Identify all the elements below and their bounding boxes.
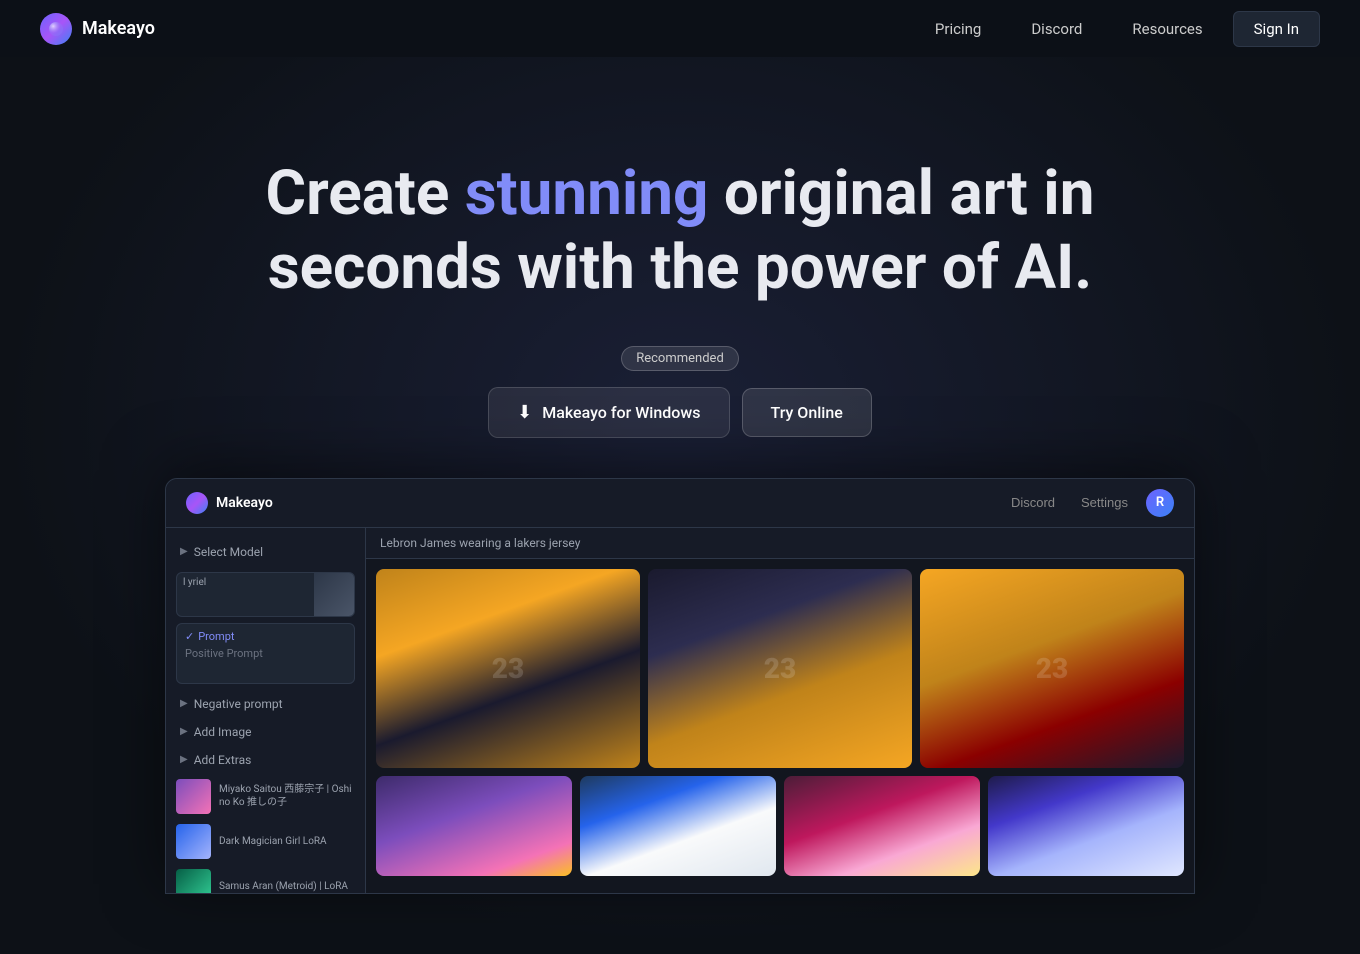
image-card-anime-1[interactable] [376,776,572,876]
navbar: Makeayo Pricing Discord Resources Sign I… [0,0,1360,57]
prompt-label-text: Prompt [198,630,234,643]
image-overlay-2: 23 [648,569,912,768]
app-sidebar: ▶ Select Model l yriel ✓ Prompt Positive… [166,528,366,893]
history-thumb-0 [176,779,211,814]
history-thumb-1 [176,824,211,859]
model-name: l yriel [183,577,308,588]
prompt-area[interactable]: ✓ Prompt Positive Prompt [176,623,355,684]
image-card-lebron-2[interactable]: 23 [648,569,912,768]
model-info: l yriel [177,573,314,616]
sidebar-add-extras-label: Add Extras [194,753,252,767]
history-thumb-2 [176,869,211,893]
app-prompt-display: Lebron James wearing a lakers jersey [366,528,1194,559]
sidebar-select-model-label: Select Model [194,545,263,559]
app-user-avatar[interactable]: R [1146,489,1174,517]
app-discord-button[interactable]: Discord [1003,491,1063,514]
sidebar-negative-prompt-label: Negative prompt [194,697,283,711]
sidebar-add-extras[interactable]: ▶ Add Extras [166,746,365,774]
app-title-label: Makeayo [216,495,273,511]
sidebar-add-image-label: Add Image [194,725,252,739]
history-item-0[interactable]: Miyako Saitou 西藤宗子 | Oshi no Ko 推しの子 [166,774,365,819]
app-brand: Makeayo [186,492,273,514]
download-windows-button[interactable]: ⬇ Makeayo for Windows [488,387,729,438]
nav-link-signin[interactable]: Sign In [1233,11,1320,47]
hero-heading: Create stunning original art in seconds … [230,157,1130,306]
app-preview: Makeayo Discord Settings R ▶ Select Mode… [165,478,1195,894]
nav-link-pricing[interactable]: Pricing [915,12,1001,46]
hero-buttons: ⬇ Makeayo for Windows Try Online [488,387,872,438]
image-overlay-1: 23 [376,569,640,768]
checkmark-icon: ✓ [185,630,194,643]
sidebar-add-image[interactable]: ▶ Add Image [166,718,365,746]
model-preview: l yriel [176,572,355,617]
chevron-right-icon-img: ▶ [180,726,188,737]
sidebar-select-model[interactable]: ▶ Select Model [166,538,365,566]
nav-link-discord[interactable]: Discord [1011,12,1102,46]
history-item-1[interactable]: Dark Magician Girl LoRA [166,819,365,864]
image-card-anime-2[interactable] [580,776,776,876]
image-overlay-3: 23 [920,569,1184,768]
app-body: ▶ Select Model l yriel ✓ Prompt Positive… [166,528,1194,893]
nav-link-resources[interactable]: Resources [1112,12,1222,46]
nav-links: Pricing Discord Resources Sign In [915,11,1320,47]
download-icon: ⬇ [517,402,532,423]
chevron-right-icon-neg: ▶ [180,698,188,709]
recommended-badge: Recommended [621,346,739,371]
prompt-label: ✓ Prompt [185,630,346,643]
image-card-anime-4[interactable] [988,776,1184,876]
app-titlebar: Makeayo Discord Settings R [166,479,1194,528]
app-titlebar-actions: Discord Settings R [1003,489,1174,517]
app-logo-icon [186,492,208,514]
prompt-input[interactable]: Positive Prompt [185,647,346,677]
nav-brand[interactable]: Makeayo [40,13,155,45]
hero-heading-accent: stunning [465,157,709,230]
nav-brand-label: Makeayo [82,18,155,39]
image-card-lebron-1[interactable]: 23 [376,569,640,768]
hero-heading-part1: Create [266,157,465,230]
history-item-2[interactable]: Samus Aran (Metroid) | LoRA [166,864,365,893]
try-online-button[interactable]: Try Online [742,388,872,437]
image-card-lebron-3[interactable]: 23 [920,569,1184,768]
model-thumbnail [314,573,354,616]
download-windows-label: Makeayo for Windows [542,403,700,422]
app-main: Lebron James wearing a lakers jersey 23 … [366,528,1194,893]
app-settings-button[interactable]: Settings [1073,491,1136,514]
sidebar-negative-prompt[interactable]: ▶ Negative prompt [166,690,365,718]
chevron-right-icon-ext: ▶ [180,754,188,765]
hero-section: Create stunning original art in seconds … [0,57,1360,954]
chevron-right-icon: ▶ [180,546,188,557]
image-card-anime-3[interactable] [784,776,980,876]
nav-logo-icon [40,13,72,45]
history-text-0: Miyako Saitou 西藤宗子 | Oshi no Ko 推しの子 [219,783,355,809]
history-text-1: Dark Magician Girl LoRA [219,835,327,848]
history-text-2: Samus Aran (Metroid) | LoRA [219,880,348,893]
